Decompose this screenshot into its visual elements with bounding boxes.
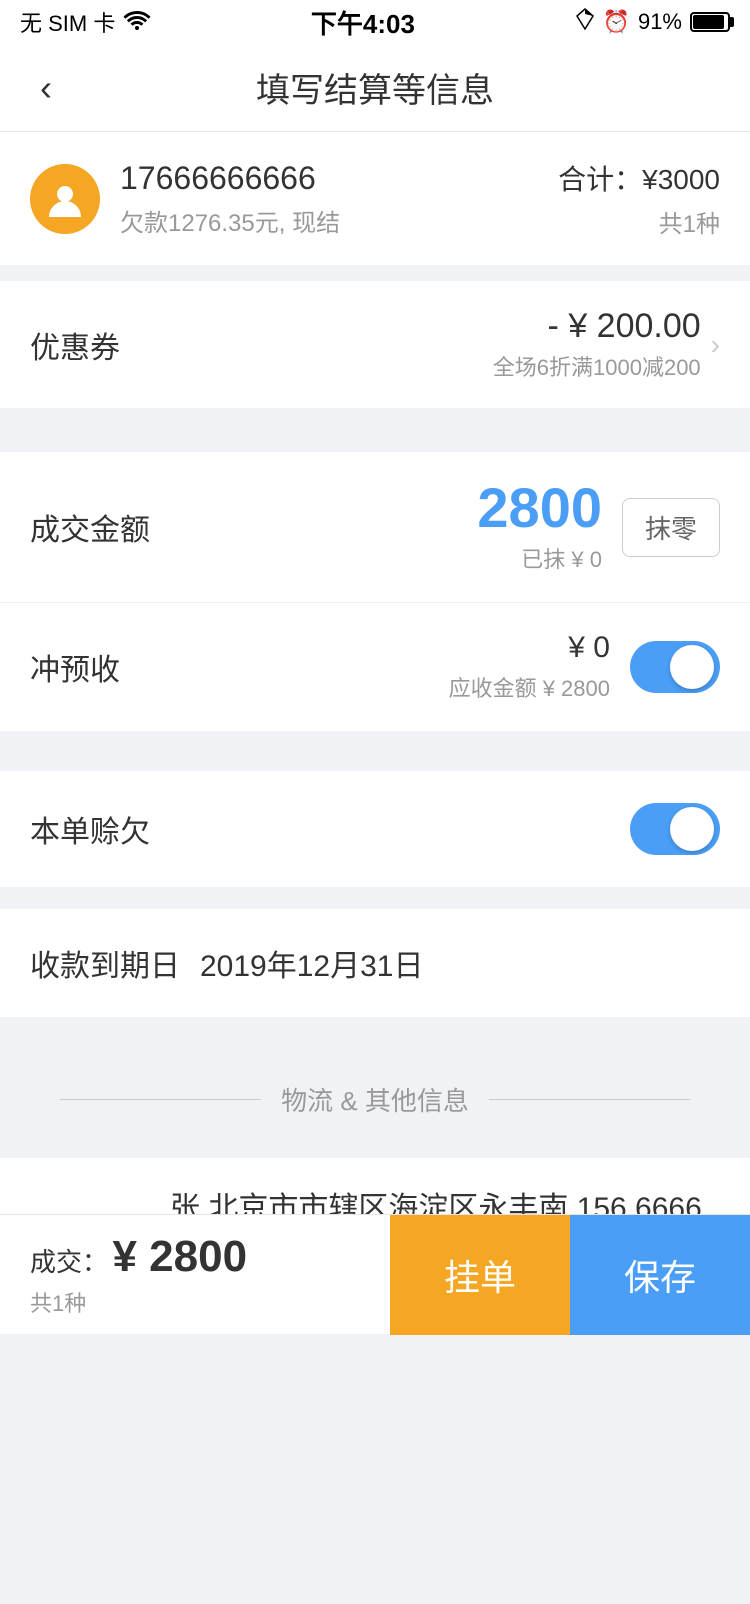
bottom-bar: 成交： ¥ 2800 共1种 挂单 保存	[0, 1214, 750, 1334]
coupon-label: 优惠券	[30, 323, 120, 367]
prepay-right: ¥ 0 应收金额 ¥ 2800	[449, 631, 720, 703]
total-amount: 合计：¥3000	[558, 158, 720, 198]
user-info: 17666666666 欠款1276.35元, 现结	[120, 160, 340, 238]
due-date-label: 收款到期日	[30, 941, 180, 985]
save-button[interactable]: 保存	[570, 1215, 750, 1335]
user-left: 17666666666 欠款1276.35元, 现结	[30, 160, 340, 238]
total-count: 共1种	[558, 204, 720, 239]
debt-toggle-thumb	[670, 807, 714, 851]
coupon-discount: - ¥ 200.00	[493, 307, 701, 346]
debt-toggle[interactable]	[630, 803, 720, 855]
section-divider: 物流 & 其他信息	[30, 1061, 720, 1138]
user-card: 17666666666 欠款1276.35元, 现结 合计：¥3000 共1种	[0, 132, 750, 265]
divider-text: 物流 & 其他信息	[281, 1081, 469, 1118]
spacer-2	[0, 751, 750, 771]
battery-icon	[690, 12, 730, 32]
deal-amount-row: 成交金额 2800 已抹 ¥ 0 抹零	[0, 452, 750, 602]
round-button[interactable]: 抹零	[622, 498, 720, 557]
deal-label: 成交金额	[30, 505, 150, 549]
user-phone: 17666666666	[120, 160, 340, 197]
carrier-text: 无 SIM 卡	[20, 6, 115, 38]
nav-bar: ‹ 填写结算等信息	[0, 44, 750, 132]
deal-right: 2800 已抹 ¥ 0 抹零	[477, 480, 720, 574]
wifi-icon	[123, 8, 151, 36]
deal-amount-block: 2800 已抹 ¥ 0	[477, 480, 602, 574]
content-area: 17666666666 欠款1276.35元, 现结 合计：¥3000 共1种 …	[0, 132, 750, 1604]
alarm-icon: ⏰	[603, 9, 630, 35]
bottom-total-row: 成交： ¥ 2800	[30, 1232, 360, 1282]
coupon-description: 全场6折满1000减200	[493, 350, 701, 382]
deal-sub-label: 已抹 ¥ 0	[477, 542, 602, 574]
divider-line-left	[60, 1099, 261, 1100]
bottom-total-amount: ¥ 2800	[112, 1232, 247, 1281]
coupon-right: - ¥ 200.00 全场6折满1000减200 ›	[493, 307, 720, 382]
divider-line-right	[489, 1099, 690, 1100]
prepay-toggle[interactable]	[630, 641, 720, 693]
prepay-amount-block: ¥ 0 应收金额 ¥ 2800	[449, 631, 610, 703]
avatar	[30, 164, 100, 234]
spacer-1	[0, 432, 750, 452]
user-right: 合计：¥3000 共1种	[558, 158, 720, 239]
back-button[interactable]: ‹	[30, 57, 62, 119]
deal-section: 成交金额 2800 已抹 ¥ 0 抹零 冲预收 ¥ 0 应收金额 ¥ 2800	[0, 452, 750, 731]
prepay-row: 冲预收 ¥ 0 应收金额 ¥ 2800	[0, 602, 750, 731]
bottom-summary: 成交： ¥ 2800 共1种	[0, 1232, 390, 1318]
status-left: 无 SIM 卡	[20, 6, 151, 38]
prepay-label: 冲预收	[30, 645, 120, 689]
status-right: ⏰ 91%	[575, 8, 730, 36]
toggle-thumb	[670, 645, 714, 689]
user-debt: 欠款1276.35元, 现结	[120, 203, 340, 238]
section-divider-container: 物流 & 其他信息	[0, 1041, 750, 1158]
coupon-chevron-icon: ›	[711, 329, 720, 361]
debt-label: 本单赊欠	[30, 807, 150, 851]
battery-text: 91%	[638, 9, 682, 35]
coupon-amount-block: - ¥ 200.00 全场6折满1000减200	[493, 307, 701, 382]
bottom-count: 共1种	[30, 1286, 360, 1318]
deal-amount-value: 2800	[477, 480, 602, 536]
debt-row: 本单赊欠	[0, 771, 750, 887]
coupon-row[interactable]: 优惠券 - ¥ 200.00 全场6折满1000减200 ›	[0, 281, 750, 408]
bottom-total-label: 成交：	[30, 1247, 108, 1277]
prepay-sub-label: 应收金额 ¥ 2800	[449, 671, 610, 703]
page-title: 填写结算等信息	[256, 63, 494, 112]
due-date-value: 2019年12月31日	[200, 941, 423, 985]
prepay-amount-value: ¥ 0	[449, 631, 610, 665]
hang-button[interactable]: 挂单	[390, 1215, 570, 1335]
location-icon	[575, 8, 595, 36]
due-date-row: 收款到期日 2019年12月31日	[0, 909, 750, 1017]
status-bar: 无 SIM 卡 下午4:03 ⏰ 91%	[0, 0, 750, 44]
time-display: 下午4:03	[311, 4, 415, 41]
